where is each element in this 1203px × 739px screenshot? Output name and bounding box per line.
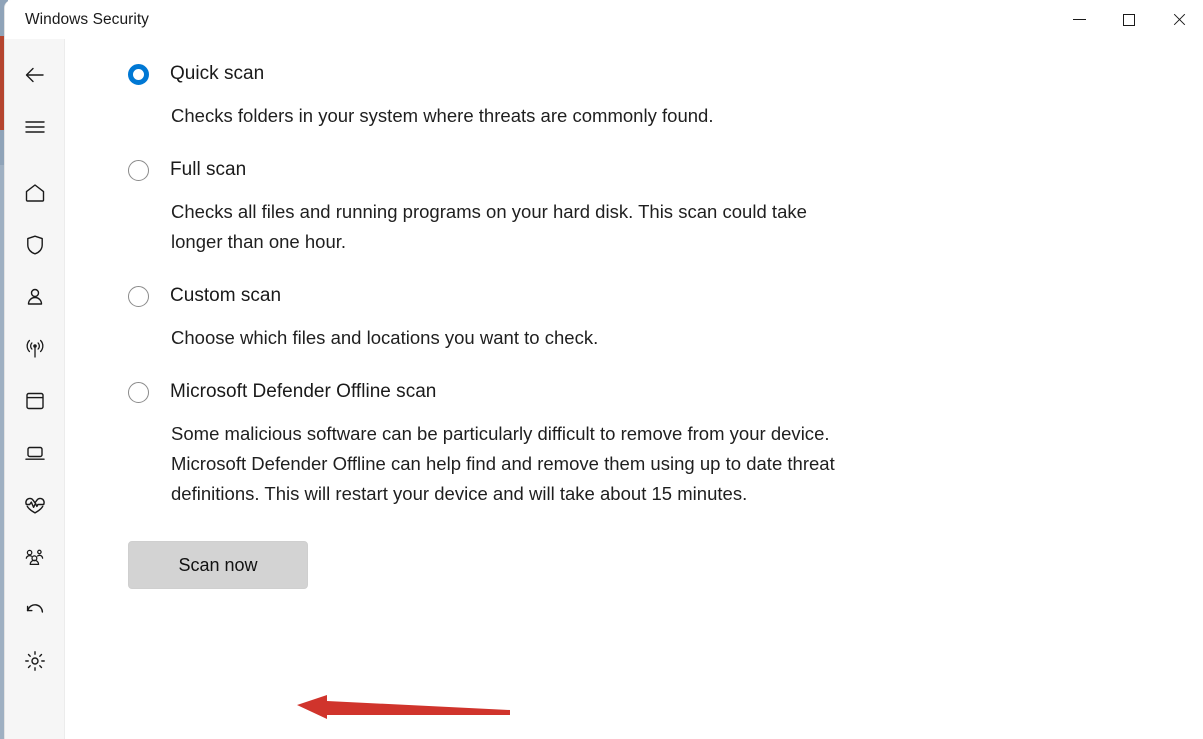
shield-icon <box>23 233 47 257</box>
sidebar-item-menu[interactable] <box>11 103 59 151</box>
navigation-sidebar <box>5 39 65 739</box>
family-people-icon <box>23 545 47 569</box>
sidebar-item-firewall-network-protection[interactable] <box>11 325 59 373</box>
radio-quick-scan[interactable] <box>128 63 149 85</box>
window-title: Windows Security <box>25 10 149 28</box>
radio-full-scan[interactable] <box>128 159 149 181</box>
description-custom-scan: Choose which files and locations you wan… <box>171 327 599 348</box>
scan-option-quick-scan[interactable]: Quick scan Checks folders in your system… <box>125 58 1203 131</box>
radio-custom-scan[interactable] <box>128 285 149 307</box>
scan-options-panel: Quick scan Checks folders in your system… <box>66 39 1203 739</box>
label-custom-scan: Custom scan <box>170 285 282 306</box>
label-quick-scan: Quick scan <box>170 63 265 84</box>
scan-option-custom-scan[interactable]: Custom scan Choose which files and locat… <box>125 280 1203 353</box>
sidebar-item-settings[interactable] <box>11 637 59 685</box>
close-button[interactable] <box>1154 0 1203 39</box>
sidebar-item-device-security[interactable] <box>11 429 59 477</box>
settings-gear-icon <box>23 649 47 673</box>
hamburger-menu-icon <box>23 115 47 139</box>
person-icon <box>23 285 47 309</box>
history-undo-icon <box>23 597 47 621</box>
radio-row-custom-scan[interactable]: Custom scan <box>125 280 1203 312</box>
back-arrow-icon <box>22 62 48 88</box>
radio-microsoft-defender-offline-scan[interactable] <box>128 381 149 403</box>
radio-row-quick-scan[interactable]: Quick scan <box>125 58 1203 90</box>
radio-row-microsoft-defender-offline-scan[interactable]: Microsoft Defender Offline scan <box>125 376 1203 408</box>
sidebar-item-protection-history[interactable] <box>11 585 59 633</box>
sidebar-item-device-performance-health[interactable] <box>11 481 59 529</box>
heart-pulse-icon <box>23 493 47 517</box>
scan-option-microsoft-defender-offline-scan[interactable]: Microsoft Defender Offline scan Some mal… <box>125 376 1203 509</box>
description-quick-scan: Checks folders in your system where thre… <box>171 105 714 126</box>
sidebar-item-home[interactable] <box>11 169 59 217</box>
scan-option-full-scan[interactable]: Full scan Checks all files and running p… <box>125 154 1203 257</box>
maximize-button[interactable] <box>1104 0 1154 39</box>
minimize-button[interactable] <box>1054 0 1104 39</box>
label-full-scan: Full scan <box>170 159 247 180</box>
label-microsoft-defender-offline-scan: Microsoft Defender Offline scan <box>170 381 437 402</box>
sidebar-item-app-browser-control[interactable] <box>11 377 59 425</box>
home-icon <box>23 181 47 205</box>
description-full-scan: Checks all files and running programs on… <box>171 201 807 252</box>
window-controls <box>1054 0 1203 39</box>
app-window-icon <box>23 389 47 413</box>
sidebar-item-virus-threat-protection[interactable] <box>11 221 59 269</box>
minimize-icon <box>1072 19 1086 20</box>
maximize-icon <box>1123 13 1135 26</box>
title-bar: Windows Security <box>5 0 1203 39</box>
windows-security-window: Windows Security Quick scan Checks folde… <box>4 0 1203 739</box>
sidebar-item-family-options[interactable] <box>11 533 59 581</box>
wifi-signal-icon <box>23 337 47 361</box>
close-icon <box>1172 12 1187 27</box>
sidebar-item-account-protection[interactable] <box>11 273 59 321</box>
description-microsoft-defender-offline-scan: Some malicious software can be particula… <box>171 423 835 504</box>
scan-now-button[interactable]: Scan now <box>128 541 308 589</box>
device-laptop-icon <box>23 441 47 465</box>
sidebar-item-back[interactable] <box>11 51 59 99</box>
radio-row-full-scan[interactable]: Full scan <box>125 154 1203 186</box>
